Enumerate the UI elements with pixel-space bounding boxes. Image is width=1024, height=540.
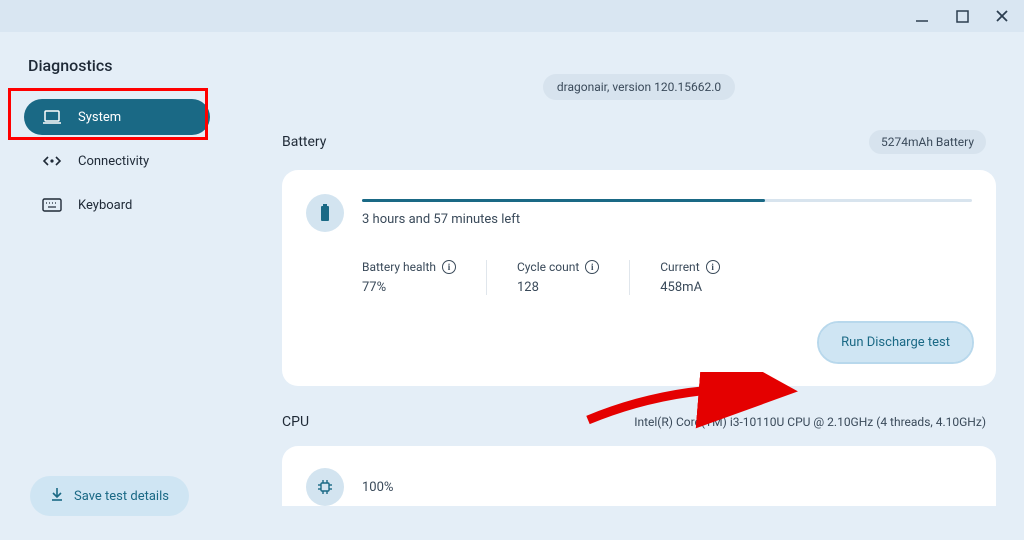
info-icon[interactable]: i <box>585 260 599 274</box>
run-discharge-test-button[interactable]: Run Discharge test <box>819 323 972 362</box>
cpu-card: 100% <box>282 446 996 506</box>
minimize-button[interactable] <box>908 2 936 30</box>
cpu-percent: 100% <box>362 480 393 495</box>
sidebar-item-keyboard[interactable]: Keyboard <box>24 187 210 223</box>
stat-cycle-count: Cycle count i 128 <box>486 260 629 295</box>
maximize-button[interactable] <box>948 2 976 30</box>
battery-section-title: Battery <box>282 134 326 150</box>
sidebar: Diagnostics System Connectivity Keyboard <box>24 56 240 540</box>
laptop-icon <box>42 109 62 125</box>
battery-progress <box>362 199 972 202</box>
stat-battery-health: Battery health i 77% <box>362 260 486 295</box>
battery-capacity-badge: 5274mAh Battery <box>869 130 986 154</box>
download-icon <box>50 487 64 505</box>
connectivity-icon <box>42 153 62 169</box>
battery-time-left: 3 hours and 57 minutes left <box>362 212 972 227</box>
sidebar-item-label: Keyboard <box>78 198 132 213</box>
sidebar-item-system[interactable]: System <box>24 99 210 135</box>
keyboard-icon <box>42 197 62 213</box>
cpu-detail: Intel(R) Core(TM) i3-10110U CPU @ 2.10GH… <box>634 415 986 429</box>
main-content: dragonair, version 120.15662.0 Battery 5… <box>240 56 1024 540</box>
cpu-section-title: CPU <box>282 414 309 430</box>
battery-icon <box>306 194 344 232</box>
stat-current: Current i 458mA <box>629 260 749 295</box>
nav-list: System Connectivity Keyboard <box>24 99 240 223</box>
info-icon[interactable]: i <box>442 260 456 274</box>
close-button[interactable] <box>988 2 1016 30</box>
version-badge: dragonair, version 120.15662.0 <box>543 74 735 100</box>
cpu-icon <box>306 468 344 506</box>
page-title: Diagnostics <box>24 56 240 75</box>
save-test-details-button[interactable]: Save test details <box>30 476 189 516</box>
sidebar-item-label: System <box>78 110 121 125</box>
battery-card: 3 hours and 57 minutes left Battery heal… <box>282 170 996 386</box>
titlebar <box>0 0 1024 32</box>
sidebar-item-label: Connectivity <box>78 154 149 169</box>
info-icon[interactable]: i <box>706 260 720 274</box>
sidebar-item-connectivity[interactable]: Connectivity <box>24 143 210 179</box>
